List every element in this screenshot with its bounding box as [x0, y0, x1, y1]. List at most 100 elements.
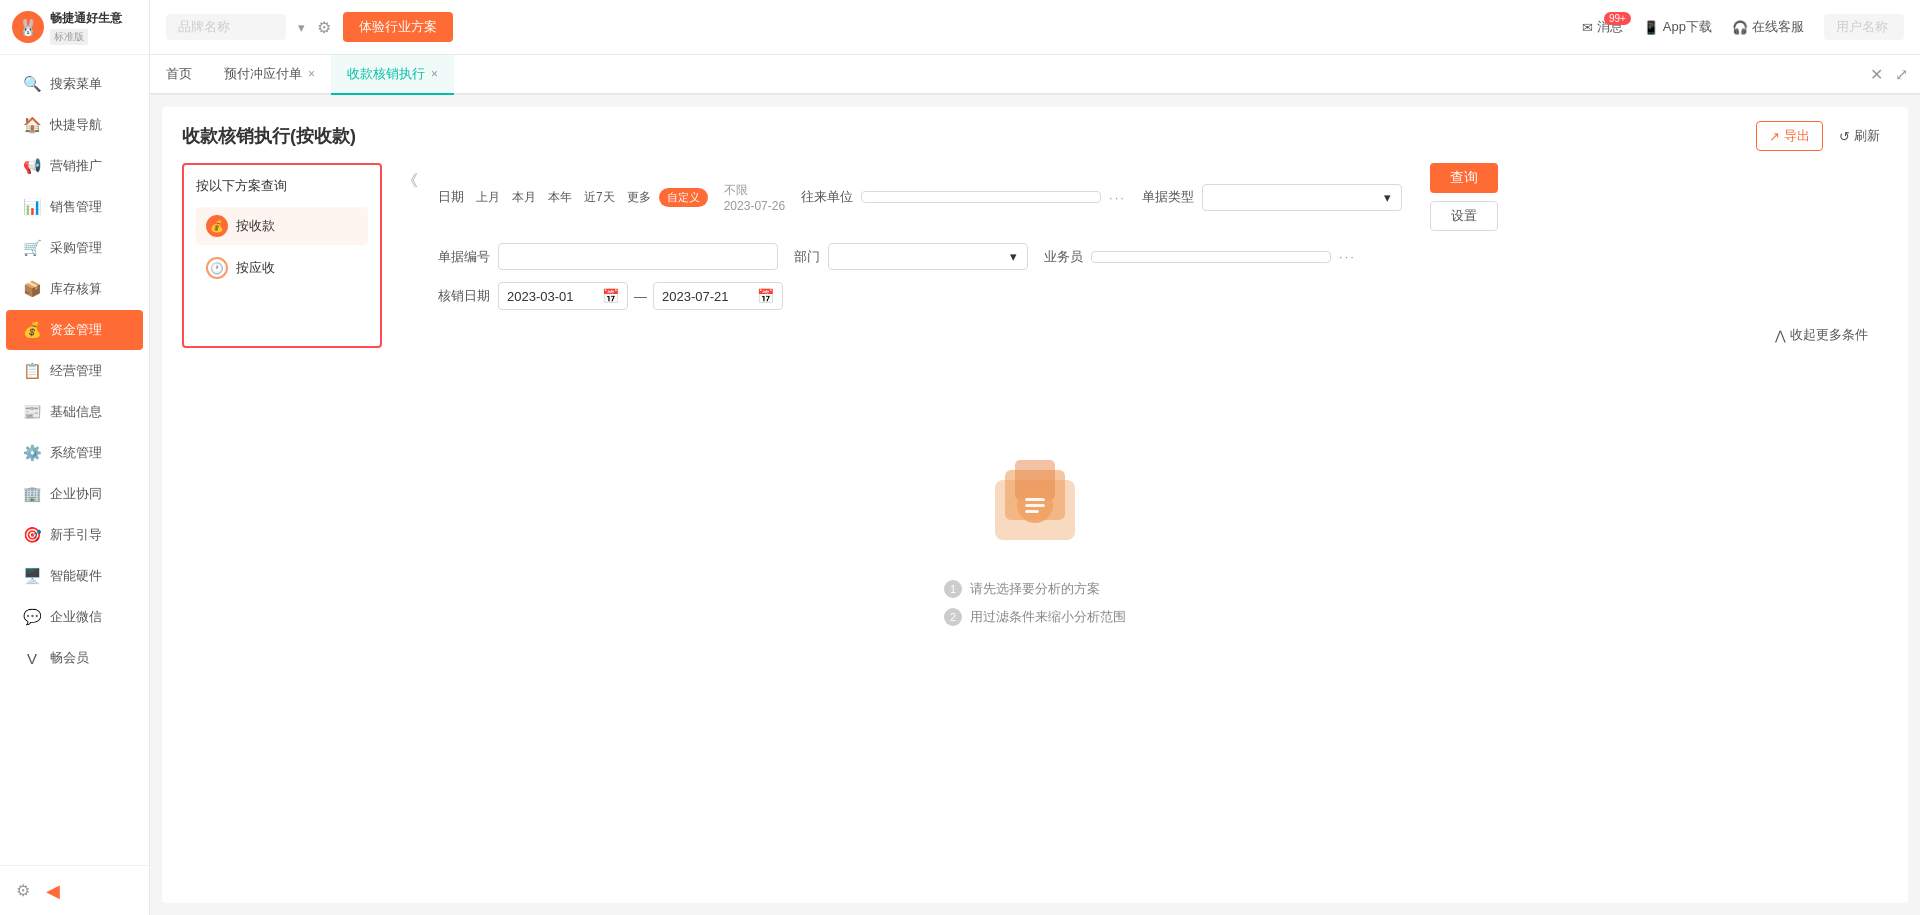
page-title: 收款核销执行(按收款) — [182, 124, 356, 148]
verify-date-from-input[interactable]: 2023-03-01 📅 — [498, 282, 628, 310]
tab-home[interactable]: 首页 — [150, 55, 208, 95]
staff-input[interactable] — [1091, 251, 1331, 263]
query-row-1: 日期 上月 本月 本年 近7天 更多 自定义 不限 — [438, 163, 1888, 231]
date-btn-more[interactable]: 更多 — [623, 187, 655, 208]
voucher-no-field: 单据编号 — [438, 243, 778, 270]
dept-select[interactable]: ▾ — [828, 243, 1028, 270]
dept-field: 部门 ▾ — [794, 243, 1028, 270]
sidebar-item-search[interactable]: 🔍搜索菜单 — [6, 64, 143, 104]
verify-date-from-value: 2023-03-01 — [507, 289, 574, 304]
inventory-label: 库存核算 — [50, 280, 102, 298]
content-area: 收款核销执行(按收款) ↗ 导出 ↺ 刷新 按以下方案查询 — [150, 95, 1920, 915]
date-btn-custom[interactable]: 自定义 — [659, 188, 708, 207]
finance-label: 资金管理 — [50, 321, 102, 339]
message-button[interactable]: ✉ 消息 99+ — [1582, 18, 1623, 36]
system-icon: ⚙️ — [22, 443, 42, 463]
tab-close-all-icon[interactable]: ✕ — [1866, 61, 1887, 88]
query-button[interactable]: 查询 — [1430, 163, 1498, 193]
voucher-type-select[interactable]: ▾ — [1202, 184, 1402, 211]
topbar-gear-icon[interactable]: ⚙ — [317, 18, 331, 37]
app-download-button[interactable]: 📱 App下载 — [1643, 18, 1712, 36]
svg-rect-6 — [1025, 510, 1039, 513]
counterpart-input[interactable] — [861, 191, 1101, 203]
sidebar-item-quick-nav[interactable]: 🏠快捷导航 — [6, 105, 143, 145]
filter-option-receivable-icon: 🕐 — [206, 257, 228, 279]
message-icon: ✉ — [1582, 20, 1593, 35]
tab-prepay[interactable]: 预付冲应付单 × — [208, 55, 331, 95]
voucher-no-label: 单据编号 — [438, 248, 490, 266]
sidebar-item-member[interactable]: V畅会员 — [6, 638, 143, 678]
marketing-label: 营销推广 — [50, 157, 102, 175]
logo-name: 畅捷通好生意 — [50, 10, 122, 27]
online-service-button[interactable]: 🎧 在线客服 — [1732, 18, 1804, 36]
export-button[interactable]: ↗ 导出 — [1756, 121, 1823, 151]
service-icon: 🎧 — [1732, 20, 1748, 35]
tab-collection-label: 收款核销执行 — [347, 65, 425, 83]
brand-dropdown-icon[interactable]: ▾ — [298, 20, 305, 35]
logo-edition: 标准版 — [50, 29, 88, 45]
date-btn-this-month[interactable]: 本月 — [508, 187, 540, 208]
search-label: 搜索菜单 — [50, 75, 102, 93]
collab-label: 企业协同 — [50, 485, 102, 503]
sidebar-item-purchase[interactable]: 🛒采购管理 — [6, 228, 143, 268]
page-container: 收款核销执行(按收款) ↗ 导出 ↺ 刷新 按以下方案查询 — [162, 107, 1908, 903]
sidebar-item-collab[interactable]: 🏢企业协同 — [6, 474, 143, 514]
sidebar-item-finance[interactable]: 💰资金管理 — [6, 310, 143, 350]
tab-prepay-close-icon[interactable]: × — [308, 67, 315, 81]
sidebar-collapse-button[interactable]: ◀ — [46, 880, 60, 902]
user-profile[interactable]: 用户名称 — [1824, 14, 1904, 40]
counterpart-label: 往来单位 — [801, 188, 853, 206]
settings-footer-icon[interactable]: ⚙ — [16, 881, 30, 900]
filter-option-by-receipt[interactable]: 💰 按收款 — [196, 207, 368, 245]
brand-selector[interactable]: 品牌名称 — [166, 14, 286, 40]
query-row-2: 单据编号 部门 ▾ 业务员 — [438, 243, 1888, 270]
tab-collection-close-icon[interactable]: × — [431, 67, 438, 81]
sidebar-item-system[interactable]: ⚙️系统管理 — [6, 433, 143, 473]
sales-label: 销售管理 — [50, 198, 102, 216]
verify-date-label: 核销日期 — [438, 287, 490, 305]
panel-collapse-icon[interactable]: 《 — [398, 167, 422, 196]
app-icon: 📱 — [1643, 20, 1659, 35]
voucher-no-input[interactable] — [498, 243, 778, 270]
tip-text-1: 请先选择要分析的方案 — [970, 580, 1100, 598]
settings-button[interactable]: 设置 — [1430, 201, 1498, 231]
date-btn-this-year[interactable]: 本年 — [544, 187, 576, 208]
quick-nav-icon: 🏠 — [22, 115, 42, 135]
counterpart-dots-icon[interactable]: ··· — [1109, 190, 1126, 205]
collapse-more-button[interactable]: ⋀ 收起更多条件 — [1775, 322, 1868, 348]
sidebar-item-operations[interactable]: 📋经营管理 — [6, 351, 143, 391]
tabbar-actions: ✕ ⤢ — [1866, 61, 1920, 88]
tip-text-2: 用过滤条件来缩小分析范围 — [970, 608, 1126, 626]
hardware-label: 智能硬件 — [50, 567, 102, 585]
sales-icon: 📊 — [22, 197, 42, 217]
sidebar-nav: 🔍搜索菜单🏠快捷导航📢营销推广 📊 销售管理 🛒采购管理 📦 库存核算 💰资金管理📋经营管理… — [0, 55, 149, 865]
tab-collection[interactable]: 收款核销执行 × — [331, 55, 454, 95]
wecom-label: 企业微信 — [50, 608, 102, 626]
tab-home-label: 首页 — [166, 65, 192, 83]
date-btn-7days[interactable]: 近7天 — [580, 187, 619, 208]
staff-field: 业务员 ··· — [1044, 248, 1356, 266]
solution-button[interactable]: 体验行业方案 — [343, 12, 453, 42]
filter-option-by-receivable[interactable]: 🕐 按应收 — [196, 249, 368, 287]
tab-expand-icon[interactable]: ⤢ — [1891, 61, 1912, 88]
page-actions: ↗ 导出 ↺ 刷新 — [1756, 121, 1888, 151]
sidebar-item-hardware[interactable]: 🖥️智能硬件 — [6, 556, 143, 596]
sidebar-item-marketing[interactable]: 📢营销推广 — [6, 146, 143, 186]
verify-date-to-input[interactable]: 2023-07-21 📅 — [653, 282, 783, 310]
staff-dots-icon[interactable]: ··· — [1339, 249, 1356, 264]
sidebar-item-basic-info[interactable]: 📰基础信息 — [6, 392, 143, 432]
refresh-button[interactable]: ↺ 刷新 — [1831, 121, 1888, 151]
refresh-icon: ↺ — [1839, 129, 1850, 144]
filter-option-receipt-icon: 💰 — [206, 215, 228, 237]
sidebar-item-wecom[interactable]: 💬企业微信 — [6, 597, 143, 637]
inventory-icon: 📦 — [22, 279, 42, 299]
sidebar-item-inventory[interactable]: 📦 库存核算 — [6, 269, 143, 309]
date-btn-last-month[interactable]: 上月 — [472, 187, 504, 208]
verify-date-from-group: 2023-03-01 📅 — 2023-07-21 📅 — [498, 282, 783, 310]
empty-icon — [975, 440, 1095, 560]
verify-date-from-calendar-icon: 📅 — [602, 288, 619, 304]
sidebar-item-guide[interactable]: 🎯新手引导 — [6, 515, 143, 555]
sidebar-item-sales[interactable]: 📊 销售管理 — [6, 187, 143, 227]
voucher-type-field: 单据类型 ▾ — [1142, 184, 1402, 211]
date-shortcuts: 上月 本月 本年 近7天 更多 自定义 — [472, 187, 708, 208]
